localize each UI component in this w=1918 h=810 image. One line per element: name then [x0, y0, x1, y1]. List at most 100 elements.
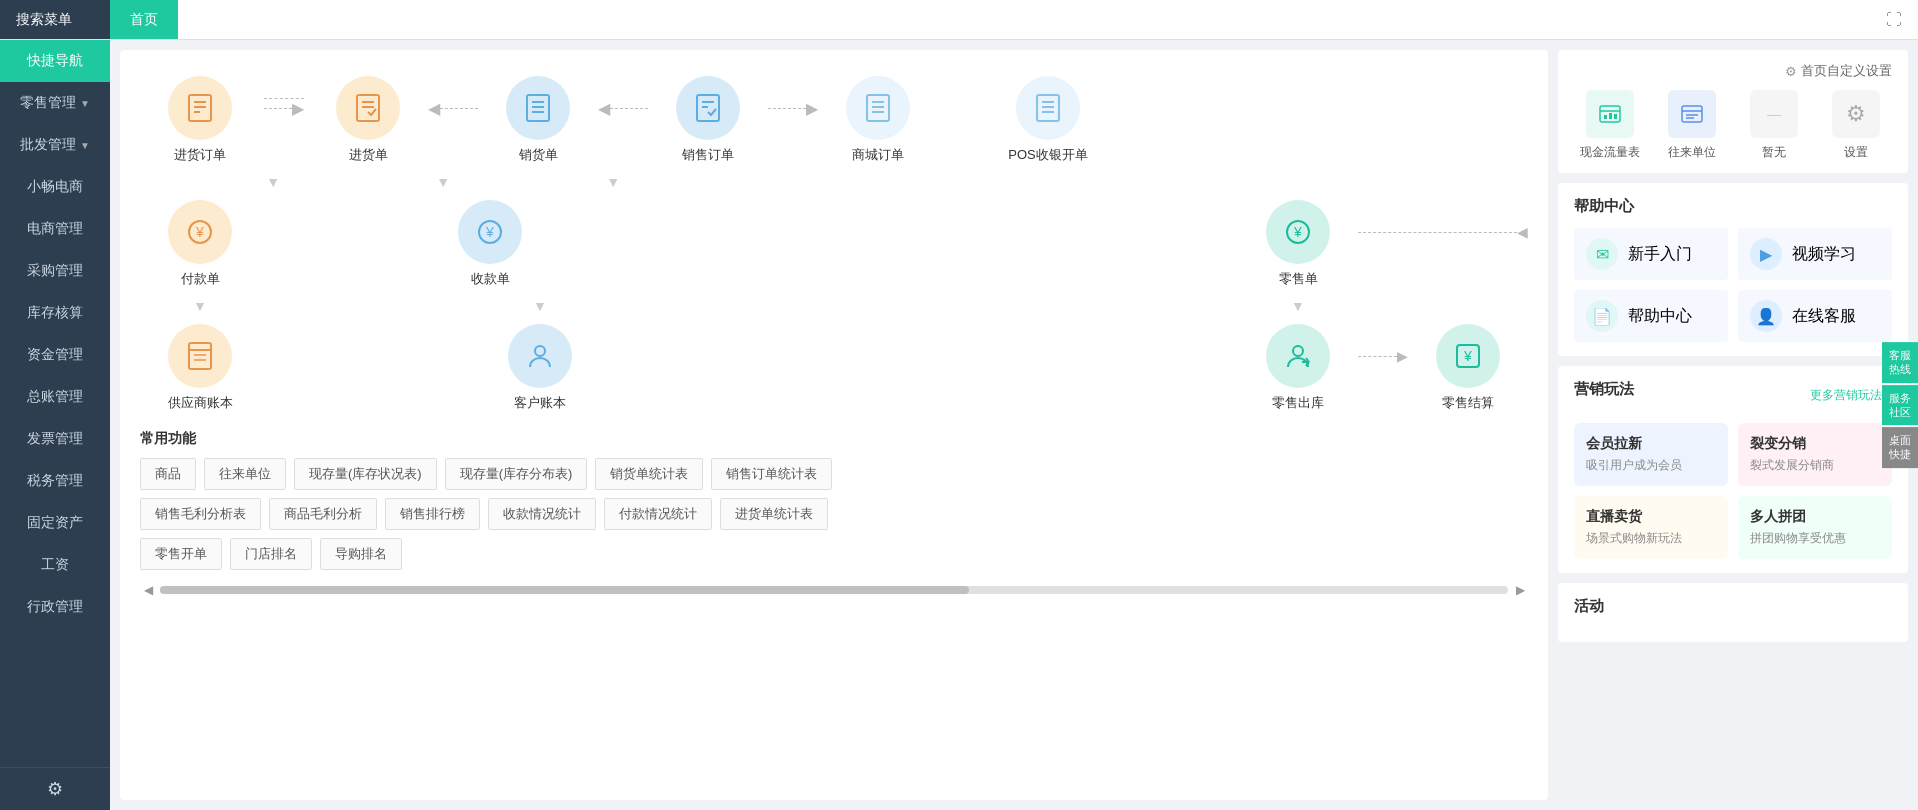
- float-btn-desktop[interactable]: 桌面快捷: [1882, 427, 1918, 468]
- func-btn-purchase-stats[interactable]: 进货单统计表: [720, 498, 828, 530]
- down-arr-ret: ▼: [1238, 298, 1358, 314]
- flow-node-mall-order[interactable]: 商城订单: [818, 76, 938, 164]
- func-btn-sales-profit[interactable]: 销售毛利分析表: [140, 498, 261, 530]
- marketing-item-member[interactable]: 会员拉新 吸引用户成为会员: [1574, 423, 1728, 486]
- retail-out-label: 零售出库: [1272, 394, 1324, 412]
- help-label: 帮助中心: [1628, 306, 1692, 327]
- scroll-left-arrow[interactable]: ◀: [140, 582, 156, 598]
- flow-node-payment[interactable]: ¥ 付款单: [140, 200, 260, 288]
- scroll-right-arrow[interactable]: ▶: [1512, 582, 1528, 598]
- marketing-item-live[interactable]: 直播卖货 场景式购物新玩法: [1574, 496, 1728, 559]
- shortcut-cashflow[interactable]: 现金流量表: [1574, 90, 1646, 161]
- service-icon: 👤: [1750, 300, 1782, 332]
- marketing-item-group[interactable]: 多人拼团 拼团购物享受优惠: [1738, 496, 1892, 559]
- search-menu-btn[interactable]: 搜索菜单: [0, 0, 110, 39]
- sidebar-item-retail[interactable]: 零售管理 ▼: [0, 82, 110, 124]
- func-btn-stock-status[interactable]: 现存量(库存状况表): [294, 458, 437, 490]
- sidebar-item-invoice[interactable]: 发票管理: [0, 418, 110, 460]
- activity-card: 活动: [1558, 583, 1908, 642]
- sidebar-item-admin[interactable]: 行政管理: [0, 586, 110, 628]
- sidebar-item-inventory[interactable]: 库存核算: [0, 292, 110, 334]
- purchase-icon: [336, 76, 400, 140]
- sidebar-item-ecom[interactable]: 电商管理: [0, 208, 110, 250]
- settings-shortcut-label: 设置: [1844, 144, 1868, 161]
- help-title: 帮助中心: [1574, 197, 1892, 216]
- sales-order-label: 销售订单: [682, 146, 734, 164]
- sidebar-item-xiaochangecom[interactable]: 小畅电商: [0, 166, 110, 208]
- float-btn-service[interactable]: 客服热线: [1882, 342, 1918, 383]
- flow-node-sales-order[interactable]: 销售订单: [648, 76, 768, 164]
- quick-nav-card: 进货订单 ▶: [120, 50, 1548, 800]
- svg-rect-42: [1609, 113, 1612, 119]
- flow-node-pos[interactable]: POS收银开单: [988, 76, 1108, 164]
- help-card: 帮助中心 ✉ 新手入门 ▶ 视频学习 📄 帮助中心 👤: [1558, 183, 1908, 356]
- func-btn-store-rank[interactable]: 门店排名: [230, 538, 312, 570]
- sidebar-item-wholesale[interactable]: 批发管理 ▼: [0, 124, 110, 166]
- flow-node-receipt[interactable]: ¥ 收款单: [430, 200, 550, 288]
- flow-node-retail-out[interactable]: 零售出库: [1238, 324, 1358, 412]
- shortcuts-grid: 现金流量表 往来单位: [1574, 90, 1892, 161]
- help-item-beginner[interactable]: ✉ 新手入门: [1574, 228, 1728, 280]
- purchase-label: 进货单: [349, 146, 388, 164]
- flow-node-supplier-book[interactable]: 供应商账本: [140, 324, 260, 412]
- sidebar-item-payroll[interactable]: 工资: [0, 544, 110, 586]
- sidebar-item-ledger[interactable]: 总账管理: [0, 376, 110, 418]
- flow-node-purchase[interactable]: 进货单: [308, 76, 428, 164]
- sidebar-item-finance[interactable]: 资金管理: [0, 334, 110, 376]
- video-label: 视频学习: [1792, 244, 1856, 265]
- sidebar-item-quicknav[interactable]: 快捷导航: [0, 40, 110, 82]
- live-sub: 场景式购物新玩法: [1586, 530, 1716, 547]
- sidebar-item-purchase[interactable]: 采购管理: [0, 250, 110, 292]
- func-btn-sales-order-stats[interactable]: 销售订单统计表: [711, 458, 832, 490]
- help-item-video[interactable]: ▶ 视频学习: [1738, 228, 1892, 280]
- func-btn-goods[interactable]: 商品: [140, 458, 196, 490]
- func-btn-sales-stats[interactable]: 销货单统计表: [595, 458, 703, 490]
- shortcut-empty[interactable]: — 暂无: [1738, 90, 1810, 161]
- float-btn-community[interactable]: 服务社区: [1882, 385, 1918, 426]
- shortcuts-setting-label[interactable]: 首页自定义设置: [1801, 62, 1892, 80]
- func-btn-retail-order[interactable]: 零售开单: [140, 538, 222, 570]
- main-layout: 快捷导航 零售管理 ▼ 批发管理 ▼ 小畅电商 电商管理 采购管理 库存核算 资…: [0, 40, 1918, 810]
- flow-node-customer-book[interactable]: 客户账本: [480, 324, 600, 412]
- flow-node-retail-settle[interactable]: ¥ 零售结算: [1408, 324, 1528, 412]
- supplier-book-icon: [168, 324, 232, 388]
- sidebar-item-tax[interactable]: 税务管理: [0, 460, 110, 502]
- sidebar-item-inventory-label: 库存核算: [27, 304, 83, 322]
- member-sub: 吸引用户成为会员: [1586, 457, 1716, 474]
- shortcut-settings[interactable]: ⚙ 设置: [1820, 90, 1892, 161]
- func-btn-sales-rank[interactable]: 销售排行榜: [385, 498, 480, 530]
- sidebar-settings-btn[interactable]: ⚙: [0, 767, 110, 810]
- func-btn-partner[interactable]: 往来单位: [204, 458, 286, 490]
- flow-node-purchase-order[interactable]: 进货订单: [140, 76, 260, 164]
- func-btn-goods-profit[interactable]: 商品毛利分析: [269, 498, 377, 530]
- home-tab[interactable]: 首页: [110, 0, 178, 39]
- marketing-more-btn[interactable]: 更多营销玩法 >: [1810, 387, 1892, 404]
- sidebar-item-ecom-label: 电商管理: [27, 220, 83, 238]
- customer-book-label: 客户账本: [514, 394, 566, 412]
- pos-icon: [1016, 76, 1080, 140]
- shortcut-partner[interactable]: 往来单位: [1656, 90, 1728, 161]
- fullscreen-button[interactable]: ⛶: [1882, 8, 1906, 32]
- sidebar-item-admin-label: 行政管理: [27, 598, 83, 616]
- sidebar-item-assets[interactable]: 固定资产: [0, 502, 110, 544]
- col-purchase-down: ▼: [140, 174, 310, 190]
- scroll-track[interactable]: [160, 586, 1508, 594]
- common-funcs-title: 常用功能: [140, 430, 1528, 448]
- help-item-service[interactable]: 👤 在线客服: [1738, 290, 1892, 342]
- settings-shortcut-icon: ⚙: [1832, 90, 1880, 138]
- func-btn-guide-rank[interactable]: 导购排名: [320, 538, 402, 570]
- spacer-da2: [600, 298, 1238, 314]
- sidebar-item-finance-label: 资金管理: [27, 346, 83, 364]
- flow-node-retail[interactable]: ¥ 零售单: [1238, 200, 1358, 288]
- down-arrows-row3: ▼ ▼ ▼: [140, 298, 1528, 314]
- top-bar: 搜索菜单 首页 ⛶: [0, 0, 1918, 40]
- flow-node-sales[interactable]: 销货单: [478, 76, 598, 164]
- shortcuts-header: ⚙ 首页自定义设置: [1574, 62, 1892, 80]
- func-btn-stock-dist[interactable]: 现存量(库存分布表): [445, 458, 588, 490]
- func-btn-receipt-stats[interactable]: 收款情况统计: [488, 498, 596, 530]
- arrow-4: ▶: [768, 99, 818, 118]
- marketing-item-fission[interactable]: 裂变分销 裂式发展分销商: [1738, 423, 1892, 486]
- func-btn-payment-stats[interactable]: 付款情况统计: [604, 498, 712, 530]
- func-row-3: 零售开单 门店排名 导购排名: [140, 538, 1528, 570]
- help-item-help[interactable]: 📄 帮助中心: [1574, 290, 1728, 342]
